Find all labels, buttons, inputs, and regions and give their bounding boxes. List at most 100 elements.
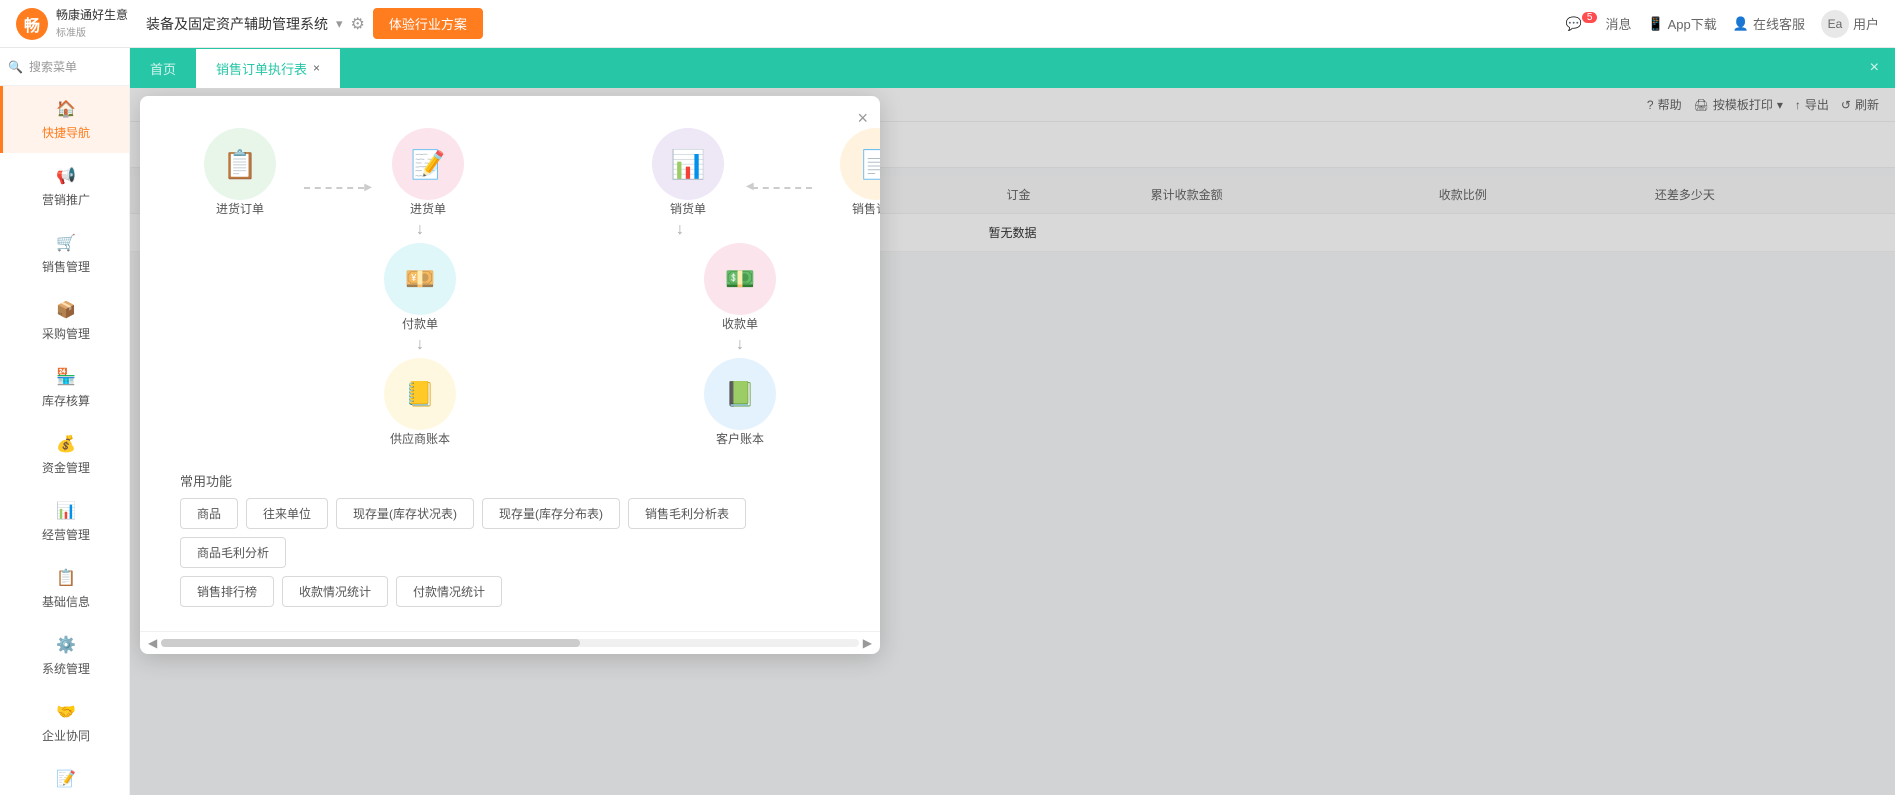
logo-char: 畅 (24, 12, 40, 36)
sidebar-icon-basic-info: 📋 (55, 567, 77, 589)
sidebar-item-inventory[interactable]: 🏪 库存核算 (0, 354, 129, 421)
sidebar-icon-inventory: 🏪 (55, 366, 77, 388)
main-content: 首页销售订单执行表× × ? 帮助 🖨 按模板打印 ▾ ↑ 导出 ↺ 刷新 (130, 48, 1895, 795)
scrollbar-thumb (161, 639, 580, 647)
flow-label-payment: 付款单 (402, 315, 438, 332)
common-btn-6[interactable]: 销售排行榜 (180, 576, 274, 607)
flow-label-sales-order: 销售订单 (852, 200, 880, 217)
sidebar-icon-sales: 🛒 (55, 232, 77, 254)
flow-node-customer-account[interactable]: 📗 (704, 358, 776, 430)
sidebar-item-finance[interactable]: 💰 资金管理 (0, 421, 129, 488)
sidebar-item-beginner[interactable]: 📝 新手引导 (0, 756, 129, 795)
sidebar-item-operations[interactable]: 📊 经营管理 (0, 488, 129, 555)
common-btn-8[interactable]: 付款情况统计 (396, 576, 502, 607)
flow-arrow-sb-so: ◀ (748, 187, 816, 217)
sidebar-item-marketing[interactable]: 📢 营销推广 (0, 153, 129, 220)
common-functions-title: 常用功能 (180, 471, 840, 490)
common-btns-row2: 销售排行榜收款情况统计付款情况统计 (180, 576, 840, 607)
arrow-down-pay: ↓ (360, 336, 480, 354)
modal-scrollbar: ◀ ▶ (140, 631, 880, 654)
common-btn-2[interactable]: 现存量(库存状况表) (336, 498, 474, 529)
logo-area: 畅 畅康通好生意 标准版 (16, 8, 146, 40)
sidebar-icon-purchase: 📦 (55, 299, 77, 321)
flow-row-3: 📒 供应商账本 📗 客户账本 (180, 358, 840, 447)
close-all-tabs-button[interactable]: × (1854, 49, 1895, 87)
experience-button[interactable]: 体验行业方案 (373, 8, 483, 39)
sidebar: 🔍 搜索菜单 🏠 快捷导航 📢 营销推广 🛒 销售管理 📦 采购管理 🏪 库存核… (0, 48, 130, 795)
page-content: ? 帮助 🖨 按模板打印 ▾ ↑ 导出 ↺ 刷新 📅 (130, 88, 1895, 795)
common-btn-1[interactable]: 往来单位 (246, 498, 328, 529)
app-download-button[interactable]: 📱 App下载 (1647, 14, 1716, 33)
message-badge: 5 (1582, 12, 1598, 23)
tab-close-sales-order-exec[interactable]: × (313, 61, 320, 75)
tab-bar: 首页 销售订单执行表× × (130, 48, 1895, 88)
common-section: 常用功能 商品往来单位现存量(库存状况表)现存量(库存分布表)销售毛利分析表商品… (140, 463, 880, 631)
modal-close-button[interactable]: × (857, 108, 868, 129)
sidebar-icon-quick-nav: 🏠 (55, 98, 77, 120)
settings-icon[interactable]: ⚙ (351, 14, 365, 34)
scroll-left-button[interactable]: ◀ (148, 636, 157, 650)
user-button[interactable]: Ea 用户 (1821, 10, 1879, 38)
sidebar-label-quick-nav: 快捷导航 (42, 124, 90, 141)
common-btn-0[interactable]: 商品 (180, 498, 238, 529)
flow-node-receipt[interactable]: 💵 (704, 243, 776, 315)
download-icon: 📱 (1647, 16, 1663, 32)
sidebar-label-system: 系统管理 (42, 660, 90, 677)
sidebar-icon-marketing: 📢 (55, 165, 77, 187)
tab-home[interactable]: 首页 (130, 49, 196, 88)
scrollbar-track[interactable] (161, 639, 859, 647)
sidebar-icon-beginner: 📝 (55, 768, 77, 790)
top-header: 畅 畅康通好生意 标准版 装备及固定资产辅助管理系统 ▾ ⚙ 体验行业方案 💬 … (0, 0, 1895, 48)
tab-sales-order-exec[interactable]: 销售订单执行表× (196, 49, 340, 88)
sidebar-item-sales[interactable]: 🛒 销售管理 (0, 220, 129, 287)
flow-col-sales-bill: 📊 销货单 (628, 128, 748, 217)
sidebar-item-quick-nav[interactable]: 🏠 快捷导航 (0, 86, 129, 153)
tab-label-home: 首页 (150, 59, 176, 78)
sidebar-search[interactable]: 🔍 搜索菜单 (0, 48, 129, 86)
system-title: 装备及固定资产辅助管理系统 (146, 14, 328, 34)
flow-node-purchase-order[interactable]: 📋 (204, 128, 276, 200)
online-service-label: 在线客服 (1753, 14, 1805, 33)
flow-node-sales-order[interactable]: 📄 (840, 128, 880, 200)
flow-col-purchase-bill: 📝 进货单 (368, 128, 488, 217)
avatar: Ea (1821, 10, 1849, 38)
flow-label-sales-bill: 销货单 (670, 200, 706, 217)
online-service-button[interactable]: 👤 在线客服 (1733, 14, 1805, 33)
sidebar-item-enterprise[interactable]: 🤝 企业协同 (0, 689, 129, 756)
sidebar-item-purchase[interactable]: 📦 采购管理 (0, 287, 129, 354)
common-btn-3[interactable]: 现存量(库存分布表) (482, 498, 620, 529)
flow-arrow-po-pb (300, 187, 368, 217)
sidebar-label-finance: 资金管理 (42, 459, 90, 476)
common-btn-7[interactable]: 收款情况统计 (282, 576, 388, 607)
system-dropdown-icon[interactable]: ▾ (336, 16, 343, 32)
sidebar-item-system[interactable]: ⚙️ 系统管理 (0, 622, 129, 689)
flow-node-sales-bill[interactable]: 📊 (652, 128, 724, 200)
flow-row-1: 📋 进货订单 📝 进货单 (180, 128, 840, 217)
flow-label-purchase-order: 进货订单 (216, 200, 264, 217)
sidebar-label-enterprise: 企业协同 (42, 727, 90, 744)
flow-label-customer-account: 客户账本 (716, 430, 764, 447)
flow-node-payment[interactable]: 💴 (384, 243, 456, 315)
search-icon: 🔍 (8, 60, 23, 74)
flow-col-customer-account: 📗 客户账本 (680, 358, 800, 447)
flow-node-purchase-bill[interactable]: 📝 (392, 128, 464, 200)
flow-label-receipt: 收款单 (722, 315, 758, 332)
flow-label-purchase-bill: 进货单 (410, 200, 446, 217)
message-label: 消息 (1605, 14, 1631, 33)
sidebar-item-basic-info[interactable]: 📋 基础信息 (0, 555, 129, 622)
common-btns-row1: 商品往来单位现存量(库存状况表) 现存量(库存分布表) 销售毛利分析表商品毛利分析 (180, 498, 840, 568)
service-icon: 👤 (1733, 16, 1749, 32)
common-btn-4[interactable]: 销售毛利分析表 (628, 498, 746, 529)
sidebar-icon-finance: 💰 (55, 433, 77, 455)
scroll-right-button[interactable]: ▶ (863, 636, 872, 650)
message-icon: 💬 (1566, 16, 1582, 32)
logo-text-block: 畅康通好生意 标准版 (56, 8, 128, 39)
header-right: 💬 5 消息 📱 App下载 👤 在线客服 Ea 用户 (1566, 10, 1879, 38)
common-btn-5[interactable]: 商品毛利分析 (180, 537, 286, 568)
flow-section: 📋 进货订单 📝 进货单 (140, 96, 880, 463)
flow-col-purchase-order: 📋 进货订单 (180, 128, 300, 217)
arrow-down-sb: ↓ (620, 221, 740, 239)
flow-node-supplier-account[interactable]: 📒 (384, 358, 456, 430)
modal-box: × 📋 进货订单 (140, 96, 880, 654)
message-button[interactable]: 💬 5 消息 (1566, 14, 1632, 33)
